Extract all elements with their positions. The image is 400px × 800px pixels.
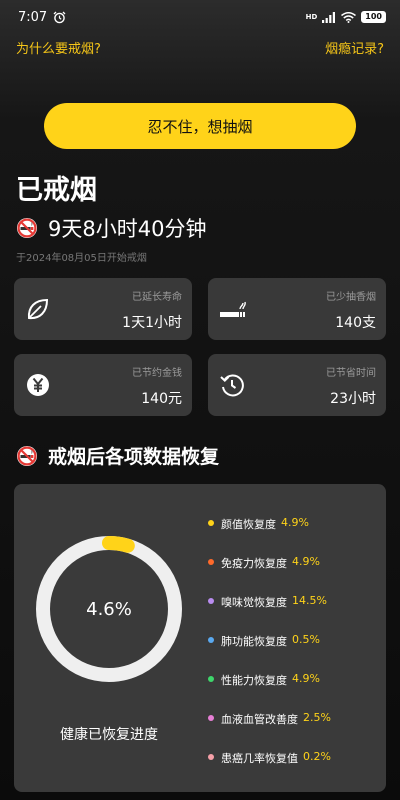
legend-value: 4.9% — [292, 672, 320, 685]
legend-value: 14.5% — [292, 594, 327, 607]
legend-dot — [208, 559, 214, 565]
status-time: 7:07 — [18, 9, 48, 25]
recovery-legend: 颜值恢复度 4.9% 免疫力恢复度 4.9% 嗅味觉恢复度 14.5% 肺功能恢… — [208, 512, 331, 785]
legend-item-blood-vessels: 血液血管改善度 2.5% — [208, 707, 331, 746]
stat-label: 已节省时间 — [326, 368, 376, 379]
why-quit-link[interactable]: 为什么要戒烟? — [16, 38, 101, 62]
stat-label: 已延长寿命 — [132, 292, 182, 303]
legend-dot — [208, 637, 214, 643]
quit-duration: 9天8小时40分钟 — [48, 217, 207, 241]
overall-recovery-percent: 4.6% — [86, 598, 132, 620]
legend-label: 免疫力恢复度 — [221, 557, 287, 570]
stat-card-money-saved: 已节约金钱 140元 — [14, 354, 192, 416]
legend-dot — [208, 754, 214, 760]
network-type: HD — [305, 12, 318, 21]
stat-label: 已节约金钱 — [132, 368, 182, 379]
duration-row: 9天8小时40分钟 — [16, 213, 206, 243]
start-date: 于2024年08月05日开始戒烟 — [16, 253, 147, 264]
stat-card-cigarettes-avoided: 已少抽香烟 140支 — [208, 278, 386, 340]
stat-value: 140支 — [335, 315, 376, 331]
legend-value: 0.2% — [303, 750, 331, 763]
stat-value: 140元 — [141, 391, 182, 407]
wifi-icon — [341, 11, 357, 23]
no-smoking-icon — [17, 218, 37, 238]
legend-label: 患癌几率恢复值 — [221, 752, 298, 765]
stat-label: 已少抽香烟 — [326, 292, 376, 303]
leaf-icon — [27, 298, 49, 320]
legend-item-cancer-risk: 患癌几率恢复值 0.2% — [208, 746, 331, 785]
battery-indicator: 100 — [361, 11, 386, 23]
no-smoking-icon — [17, 445, 37, 466]
health-progress-ring: 4.6% — [34, 534, 184, 684]
section-title-text: 戒烟后各项数据恢复 — [48, 446, 220, 468]
recovery-section-title: 戒烟后各项数据恢复 — [16, 442, 219, 469]
status-left: 7:07 — [18, 10, 66, 25]
legend-value: 4.9% — [281, 516, 309, 529]
legend-value: 0.5% — [292, 633, 320, 646]
legend-item-smell-taste: 嗅味觉恢复度 14.5% — [208, 590, 331, 629]
signal-icon — [322, 11, 336, 23]
stat-value: 1天1小时 — [122, 315, 182, 331]
recovery-card: 4.6% 健康已恢复进度 颜值恢复度 4.9% 免疫力恢复度 4.9% 嗅味觉恢… — [14, 484, 386, 792]
stat-card-time-saved: 已节省时间 23小时 — [208, 354, 386, 416]
legend-label: 颜值恢复度 — [221, 518, 276, 531]
status-bar: 7:07 HD 100 — [0, 0, 400, 34]
quit-title: 已戒烟 — [16, 175, 97, 206]
yen-icon — [27, 374, 49, 396]
legend-label: 嗅味觉恢复度 — [221, 596, 287, 609]
legend-item-appearance: 颜值恢复度 4.9% — [208, 512, 331, 551]
legend-item-sexual-function: 性能力恢复度 4.9% — [208, 668, 331, 707]
craving-record-link[interactable]: 烟瘾记录? — [325, 38, 384, 62]
legend-label: 血液血管改善度 — [221, 713, 298, 726]
top-links: 为什么要戒烟? 烟瘾记录? — [0, 38, 400, 62]
legend-value: 4.9% — [292, 555, 320, 568]
legend-item-immunity: 免疫力恢复度 4.9% — [208, 551, 331, 590]
want-to-smoke-button[interactable]: 忍不住，想抽烟 — [44, 103, 356, 149]
status-right: HD 100 — [306, 11, 386, 23]
legend-dot — [208, 598, 214, 604]
clock-rewind-icon — [220, 374, 244, 397]
cigarette-icon — [220, 301, 246, 317]
legend-value: 2.5% — [303, 711, 331, 724]
alarm-icon — [53, 11, 66, 23]
legend-label: 性能力恢复度 — [221, 674, 287, 687]
legend-dot — [208, 676, 214, 682]
legend-item-lung-function: 肺功能恢复度 0.5% — [208, 629, 331, 668]
legend-dot — [208, 520, 214, 526]
stat-card-life-extended: 已延长寿命 1天1小时 — [14, 278, 192, 340]
ring-caption: 健康已恢复进度 — [60, 727, 158, 743]
legend-label: 肺功能恢复度 — [221, 635, 287, 648]
legend-dot — [208, 715, 214, 721]
stat-value: 23小时 — [330, 391, 376, 407]
